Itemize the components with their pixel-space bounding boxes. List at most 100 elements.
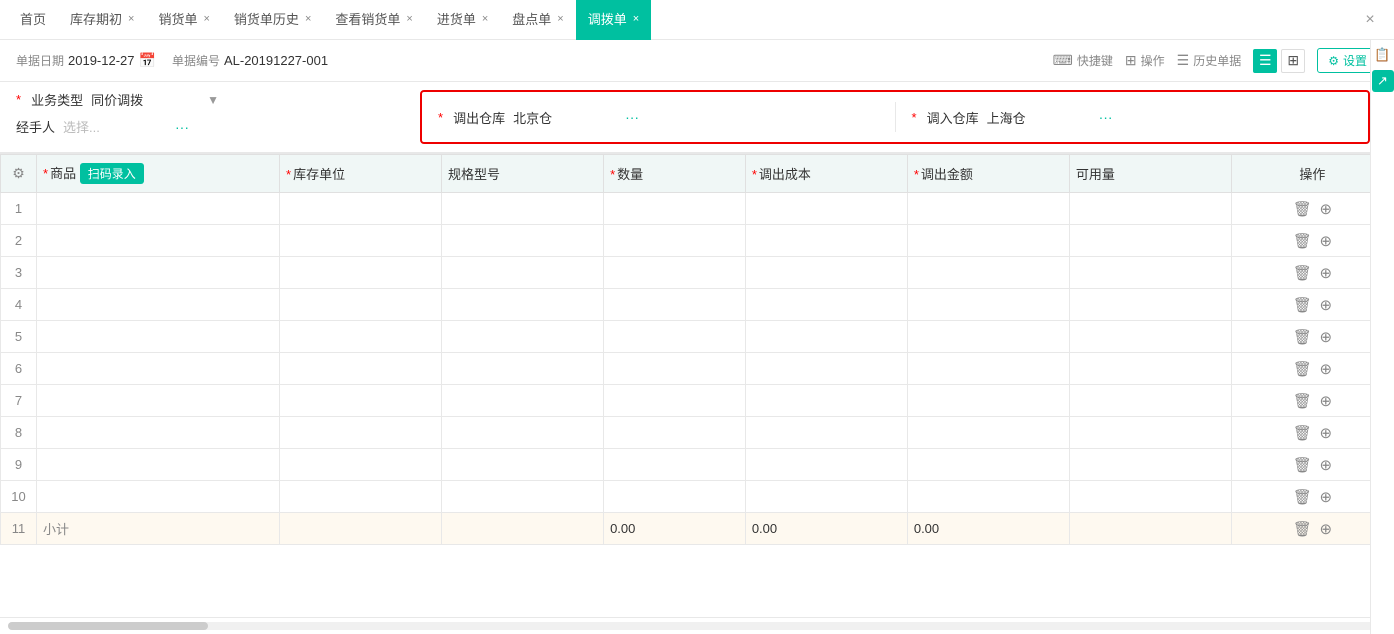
row-spec-5[interactable]	[442, 321, 604, 353]
row-amount-7[interactable]	[907, 385, 1069, 417]
row-copy-icon-2[interactable]: ⊕	[1319, 233, 1332, 250]
row-copy-icon-9[interactable]: ⊕	[1319, 457, 1332, 474]
row-qty-7[interactable]	[604, 385, 746, 417]
row-spec-9[interactable]	[442, 449, 604, 481]
row-delete-icon-8[interactable]: 🗑	[1293, 425, 1312, 442]
row-cost-4[interactable]	[745, 289, 907, 321]
row-delete-icon-11[interactable]: 🗑	[1293, 521, 1312, 538]
close-tab-sales-order[interactable]: ×	[203, 13, 209, 25]
row-qty-6[interactable]	[604, 353, 746, 385]
row-cost-9[interactable]	[745, 449, 907, 481]
row-product-7[interactable]	[37, 385, 280, 417]
calendar-icon[interactable]: 📅	[139, 52, 156, 69]
layout-btn-list[interactable]: ☰	[1253, 49, 1277, 73]
row-cost-7[interactable]	[745, 385, 907, 417]
row-qty-1[interactable]	[604, 193, 746, 225]
window-close-button[interactable]: ×	[1354, 4, 1386, 36]
row-cost-1[interactable]	[745, 193, 907, 225]
row-qty-3[interactable]	[604, 257, 746, 289]
row-spec-4[interactable]	[442, 289, 604, 321]
row-amount-10[interactable]	[907, 481, 1069, 513]
row-spec-8[interactable]	[442, 417, 604, 449]
row-qty-10[interactable]	[604, 481, 746, 513]
row-unit-1[interactable]	[280, 193, 442, 225]
sidebar-icon-export[interactable]: ↗	[1372, 70, 1394, 92]
row-amount-1[interactable]	[907, 193, 1069, 225]
row-spec-2[interactable]	[442, 225, 604, 257]
row-qty-8[interactable]	[604, 417, 746, 449]
row-delete-icon-3[interactable]: 🗑	[1293, 265, 1312, 282]
tab-sales-order[interactable]: 销货单 ×	[146, 0, 221, 40]
business-type-value[interactable]: 同价调拨	[91, 90, 191, 109]
handler-value[interactable]: 选择...	[63, 117, 163, 136]
row-product-3[interactable]	[37, 257, 280, 289]
row-unit-5[interactable]	[280, 321, 442, 353]
row-delete-icon-2[interactable]: 🗑	[1293, 233, 1312, 250]
row-delete-icon-6[interactable]: 🗑	[1293, 361, 1312, 378]
row-cost-2[interactable]	[745, 225, 907, 257]
row-cost-6[interactable]	[745, 353, 907, 385]
row-cost-10[interactable]	[745, 481, 907, 513]
row-copy-icon-11[interactable]: ⊕	[1319, 521, 1332, 538]
sidebar-icon-doc[interactable]: 📋	[1372, 44, 1394, 66]
row-qty-2[interactable]	[604, 225, 746, 257]
row-product-2[interactable]	[37, 225, 280, 257]
row-cost-5[interactable]	[745, 321, 907, 353]
close-tab-transfer[interactable]: ×	[633, 13, 639, 25]
row-unit-4[interactable]	[280, 289, 442, 321]
warehouse-in-value[interactable]: 上海仓	[987, 108, 1087, 127]
scan-input-button[interactable]: 扫码录入	[80, 163, 144, 184]
row-product-4[interactable]	[37, 289, 280, 321]
tab-home[interactable]: 首页	[8, 0, 58, 40]
row-unit-8[interactable]	[280, 417, 442, 449]
row-unit-9[interactable]	[280, 449, 442, 481]
close-tab-sales-history[interactable]: ×	[305, 13, 311, 25]
tab-inventory[interactable]: 盘点单 ×	[500, 0, 575, 40]
warehouse-in-more[interactable]: ···	[1099, 109, 1113, 125]
operations-button[interactable]: ⊞ 操作	[1125, 52, 1165, 69]
history-button[interactable]: ☰ 历史单据	[1177, 52, 1242, 69]
row-qty-4[interactable]	[604, 289, 746, 321]
row-qty-9[interactable]	[604, 449, 746, 481]
row-copy-icon-7[interactable]: ⊕	[1319, 393, 1332, 410]
row-copy-icon-6[interactable]: ⊕	[1319, 361, 1332, 378]
row-delete-icon-1[interactable]: 🗑	[1293, 201, 1312, 218]
row-cost-8[interactable]	[745, 417, 907, 449]
row-spec-3[interactable]	[442, 257, 604, 289]
row-copy-icon-4[interactable]: ⊕	[1319, 297, 1332, 314]
tab-sales-history[interactable]: 销货单历史 ×	[222, 0, 323, 40]
row-amount-6[interactable]	[907, 353, 1069, 385]
shortcuts-button[interactable]: ⌨ 快捷键	[1053, 52, 1113, 69]
row-unit-2[interactable]	[280, 225, 442, 257]
row-product-1[interactable]	[37, 193, 280, 225]
settings-button[interactable]: ⚙ 设置	[1317, 48, 1378, 73]
row-product-5[interactable]	[37, 321, 280, 353]
row-product-9[interactable]	[37, 449, 280, 481]
row-amount-5[interactable]	[907, 321, 1069, 353]
row-unit-10[interactable]	[280, 481, 442, 513]
row-delete-icon-7[interactable]: 🗑	[1293, 393, 1312, 410]
layout-btn-grid[interactable]: ⊞	[1281, 49, 1305, 73]
row-unit-7[interactable]	[280, 385, 442, 417]
column-settings-icon[interactable]: ⚙	[12, 165, 25, 181]
tab-purchase-order[interactable]: 进货单 ×	[425, 0, 500, 40]
row-unit-6[interactable]	[280, 353, 442, 385]
tab-transfer[interactable]: 调拨单 ×	[576, 0, 651, 40]
row-amount-8[interactable]	[907, 417, 1069, 449]
row-copy-icon-10[interactable]: ⊕	[1319, 489, 1332, 506]
row-amount-2[interactable]	[907, 225, 1069, 257]
row-cost-3[interactable]	[745, 257, 907, 289]
scroll-track[interactable]	[8, 622, 1386, 630]
row-unit-3[interactable]	[280, 257, 442, 289]
row-copy-icon-3[interactable]: ⊕	[1319, 265, 1332, 282]
row-copy-icon-5[interactable]: ⊕	[1319, 329, 1332, 346]
tab-init-stock[interactable]: 库存期初 ×	[58, 0, 146, 40]
row-amount-4[interactable]	[907, 289, 1069, 321]
row-delete-icon-10[interactable]: 🗑	[1293, 489, 1312, 506]
row-copy-icon-1[interactable]: ⊕	[1319, 201, 1332, 218]
row-spec-1[interactable]	[442, 193, 604, 225]
row-delete-icon-4[interactable]: 🗑	[1293, 297, 1312, 314]
close-tab-purchase-order[interactable]: ×	[482, 13, 488, 25]
row-spec-6[interactable]	[442, 353, 604, 385]
row-product-6[interactable]	[37, 353, 280, 385]
